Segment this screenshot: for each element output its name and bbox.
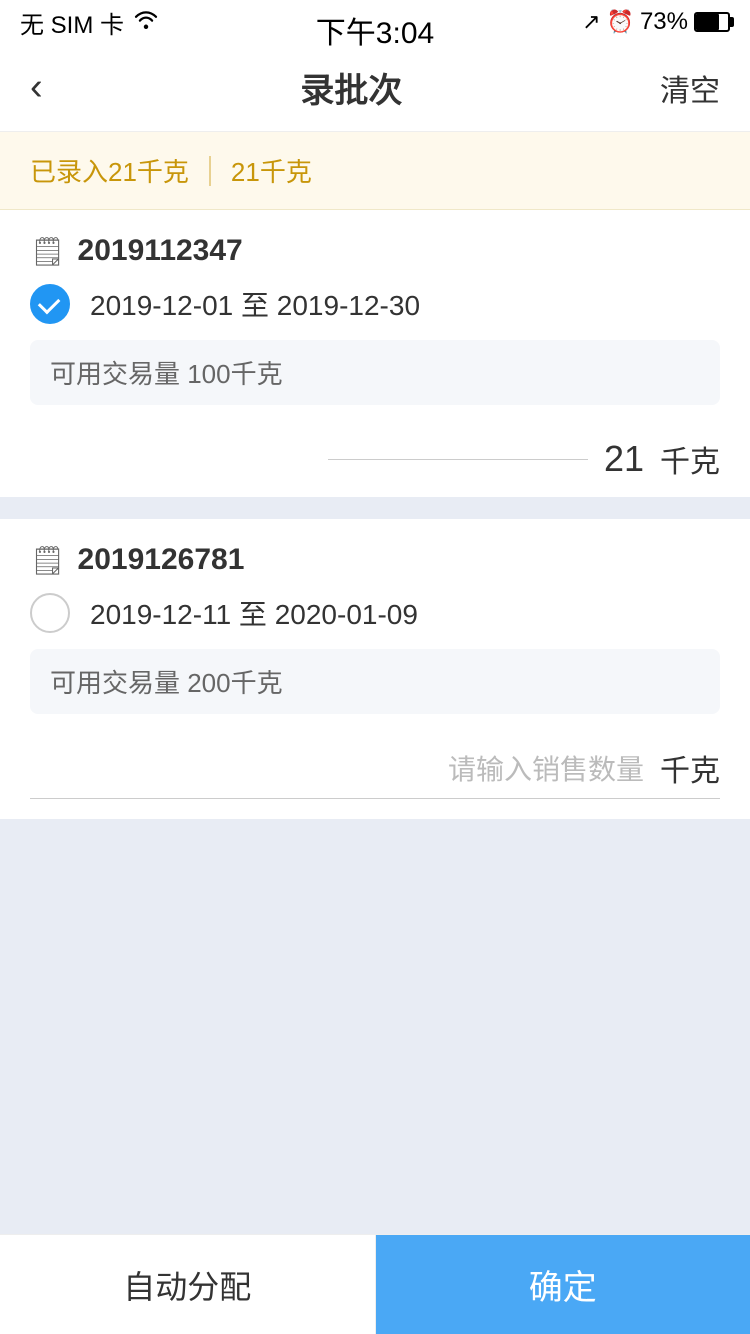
batch2-icon: 🗒 [30, 544, 66, 577]
alarm-icon: ⏰ [607, 9, 634, 35]
batch2-row: 2019-12-11 至 2020-01-09 [0, 585, 750, 641]
batch-card-2: 🗒 2019126781 2019-12-11 至 2020-01-09 可用交… [0, 519, 750, 819]
batch2-qty-unit: 千克 [660, 746, 720, 790]
batch2-avail: 可用交易量 200千克 [30, 649, 720, 714]
batch1-row: 2019-12-01 至 2019-12-30 [0, 276, 750, 332]
batch2-radio[interactable] [30, 593, 70, 633]
info-value: 21千克 [231, 152, 312, 189]
carrier-text: 无 SIM 卡 [20, 5, 124, 40]
batch1-avail-row: 可用交易量 100千克 [30, 340, 720, 405]
batch2-id: 2019126781 [78, 543, 245, 577]
batch1-date: 2019-12-01 至 2019-12-30 [90, 284, 420, 324]
batch2-avail-row: 可用交易量 200千克 [30, 649, 720, 714]
page-title: 录批次 [300, 63, 402, 112]
batch1-qty-value[interactable]: 21 [604, 438, 644, 480]
status-right: ↗ ⏰ 73% [582, 8, 730, 36]
bottom-spacer [0, 821, 750, 1221]
batch1-id: 2019112347 [78, 234, 243, 268]
battery-icon [694, 12, 730, 32]
auto-distribute-button[interactable]: 自动分配 [0, 1235, 376, 1334]
batch2-qty-wrapper: 请输入销售数量 千克 [0, 730, 750, 819]
batch1-qty-underline [328, 459, 588, 460]
batch1-qty-row: 21 千克 [0, 421, 750, 497]
location-icon: ↗ [582, 9, 600, 35]
main-content: 已录入21千克 21千克 🗒 2019112347 2019-12-01 至 2… [0, 132, 750, 1234]
batch1-radio[interactable] [30, 284, 70, 324]
back-button[interactable]: ‹ [30, 66, 43, 109]
info-bar: 已录入21千克 21千克 [0, 132, 750, 210]
batch2-qty-underline [30, 798, 720, 799]
batch1-qty-unit: 千克 [660, 437, 720, 481]
info-divider [209, 156, 211, 186]
status-left: 无 SIM 卡 [20, 5, 160, 40]
confirm-button[interactable]: 确定 [376, 1235, 750, 1334]
section-divider [0, 499, 750, 519]
batch1-avail: 可用交易量 100千克 [30, 340, 720, 405]
footer: 自动分配 确定 [0, 1234, 750, 1334]
status-bar: 无 SIM 卡 下午3:04 ↗ ⏰ 73% [0, 0, 750, 44]
batch2-header: 🗒 2019126781 [0, 519, 750, 585]
clear-button[interactable]: 清空 [660, 66, 720, 110]
wifi-icon [132, 8, 160, 36]
batch2-date: 2019-12-11 至 2020-01-09 [90, 593, 418, 633]
batch2-qty-placeholder: 请输入销售数量 [30, 748, 644, 788]
batch1-header: 🗒 2019112347 [0, 210, 750, 276]
nav-bar: ‹ 录批次 清空 [0, 44, 750, 132]
status-time: 下午3:04 [316, 8, 434, 52]
batch-card-1: 🗒 2019112347 2019-12-01 至 2019-12-30 可用交… [0, 210, 750, 497]
batch1-icon: 🗒 [30, 235, 66, 268]
battery-text: 73% [640, 8, 688, 36]
info-recorded: 已录入21千克 [30, 152, 189, 189]
